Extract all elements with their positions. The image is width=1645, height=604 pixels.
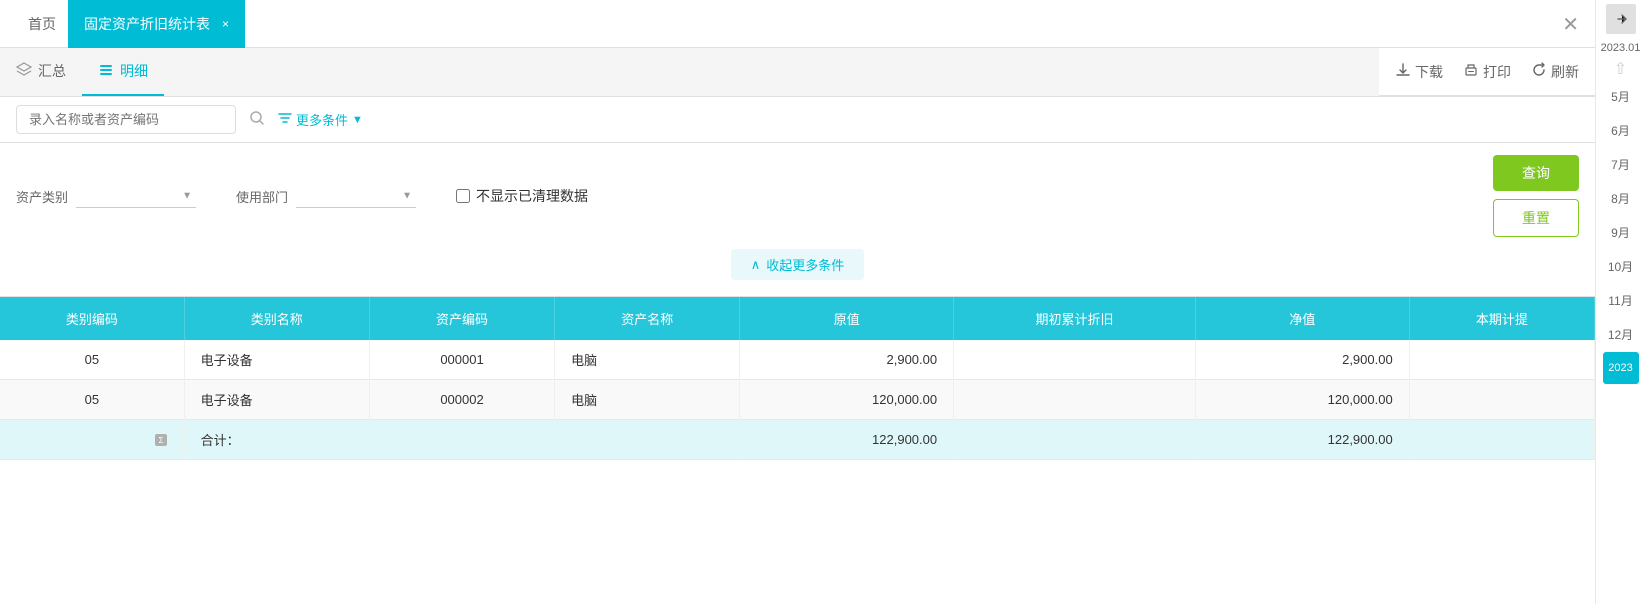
month-8[interactable]: 8月 <box>1603 182 1639 214</box>
more-conditions-btn[interactable]: 更多条件 ▼ <box>278 110 363 129</box>
cell-current-dep <box>1409 340 1594 380</box>
tab-summary[interactable]: 汇总 <box>0 48 82 96</box>
download-icon <box>1395 62 1411 81</box>
nav-tab-close[interactable]: × <box>222 17 229 31</box>
cell-asset-code: 000002 <box>369 380 554 420</box>
list-icon <box>98 62 114 81</box>
more-conditions-label: 更多条件 <box>296 110 348 129</box>
total-accumulated-dep <box>954 420 1196 460</box>
chevron-up-icon: ∧ <box>751 257 761 273</box>
month-10[interactable]: 10月 <box>1603 250 1639 282</box>
asset-category-label: 资产类别 <box>16 187 68 206</box>
col-category-name: 类别名称 <box>184 297 369 340</box>
layers-icon <box>16 62 32 81</box>
col-net-value: 净值 <box>1196 297 1410 340</box>
print-button[interactable]: 打印 <box>1463 62 1511 82</box>
search-icon[interactable] <box>248 109 266 130</box>
year-badge[interactable]: 2023 <box>1603 352 1639 384</box>
date-display: 2023.01 <box>1599 38 1643 58</box>
cell-original-value: 120,000.00 <box>740 380 954 420</box>
reset-button[interactable]: 重置 <box>1493 199 1579 237</box>
download-label: 下载 <box>1415 62 1443 82</box>
table-row: 05 电子设备 000001 电脑 2,900.00 2,900.00 <box>0 340 1595 380</box>
cell-accumulated-dep <box>954 340 1196 380</box>
svg-text:Σ: Σ <box>158 436 163 445</box>
query-button[interactable]: 查询 <box>1493 155 1579 191</box>
search-input[interactable] <box>16 105 236 134</box>
cell-asset-name: 电脑 <box>555 380 740 420</box>
total-label: 合计： <box>184 420 740 460</box>
cell-category-name: 电子设备 <box>184 340 369 380</box>
cell-category-name: 电子设备 <box>184 380 369 420</box>
total-current-dep <box>1409 420 1594 460</box>
cell-category-code: 05 <box>0 340 184 380</box>
cell-net-value: 120,000.00 <box>1196 380 1410 420</box>
print-label: 打印 <box>1483 62 1511 82</box>
col-category-code: 类别编码 <box>0 297 184 340</box>
col-current-dep: 本期计提 <box>1409 297 1594 340</box>
month-11[interactable]: 11月 <box>1603 284 1639 316</box>
cell-current-dep <box>1409 380 1594 420</box>
month-9[interactable]: 9月 <box>1603 216 1639 248</box>
cell-original-value: 2,900.00 <box>740 340 954 380</box>
month-5[interactable]: 5月 <box>1603 80 1639 112</box>
col-accumulated-dep: 期初累计折旧 <box>954 297 1196 340</box>
scroll-up-icon[interactable]: ⇧ <box>1614 62 1627 78</box>
cell-net-value: 2,900.00 <box>1196 340 1410 380</box>
cell-asset-name: 电脑 <box>555 340 740 380</box>
month-7[interactable]: 7月 <box>1603 148 1639 180</box>
sidebar-arrow-btn[interactable] <box>1606 4 1636 34</box>
filter-icon <box>278 111 292 128</box>
total-net-value: 122,900.00 <box>1196 420 1410 460</box>
month-6[interactable]: 6月 <box>1603 114 1639 146</box>
table-row: 05 电子设备 000002 电脑 120,000.00 120,000.00 <box>0 380 1595 420</box>
nav-tab[interactable]: 固定资产折旧统计表 × <box>68 0 245 48</box>
col-asset-code: 资产编码 <box>369 297 554 340</box>
tab-detail-label: 明细 <box>120 61 148 81</box>
total-row: Σ 合计： 122,900.00 122,900.00 <box>0 420 1595 460</box>
download-button[interactable]: 下载 <box>1395 62 1443 82</box>
no-cleared-checkbox[interactable] <box>456 189 470 203</box>
refresh-icon <box>1531 62 1547 81</box>
cell-category-code: 05 <box>0 380 184 420</box>
no-cleared-label: 不显示已清理数据 <box>476 186 588 206</box>
total-icon-cell: Σ <box>0 420 184 460</box>
tab-detail[interactable]: 明细 <box>82 48 164 96</box>
print-icon <box>1463 62 1479 81</box>
col-original-value: 原值 <box>740 297 954 340</box>
department-select[interactable] <box>296 184 416 208</box>
chevron-down-icon: ▼ <box>352 114 363 126</box>
collapse-btn[interactable]: ∧ 收起更多条件 <box>731 249 865 280</box>
month-12[interactable]: 12月 <box>1603 318 1639 350</box>
window-close-icon[interactable]: ✕ <box>1562 12 1579 37</box>
department-label: 使用部门 <box>236 187 288 206</box>
asset-category-select[interactable] <box>76 184 196 208</box>
cell-accumulated-dep <box>954 380 1196 420</box>
total-original-value: 122,900.00 <box>740 420 954 460</box>
nav-home[interactable]: 首页 <box>16 14 68 34</box>
collapse-label: 收起更多条件 <box>766 255 844 274</box>
col-asset-name: 资产名称 <box>555 297 740 340</box>
total-icon: Σ <box>154 432 168 447</box>
refresh-label: 刷新 <box>1551 62 1579 82</box>
cell-asset-code: 000001 <box>369 340 554 380</box>
nav-tab-label: 固定资产折旧统计表 <box>84 14 210 34</box>
refresh-button[interactable]: 刷新 <box>1531 62 1579 82</box>
tab-summary-label: 汇总 <box>38 61 66 81</box>
